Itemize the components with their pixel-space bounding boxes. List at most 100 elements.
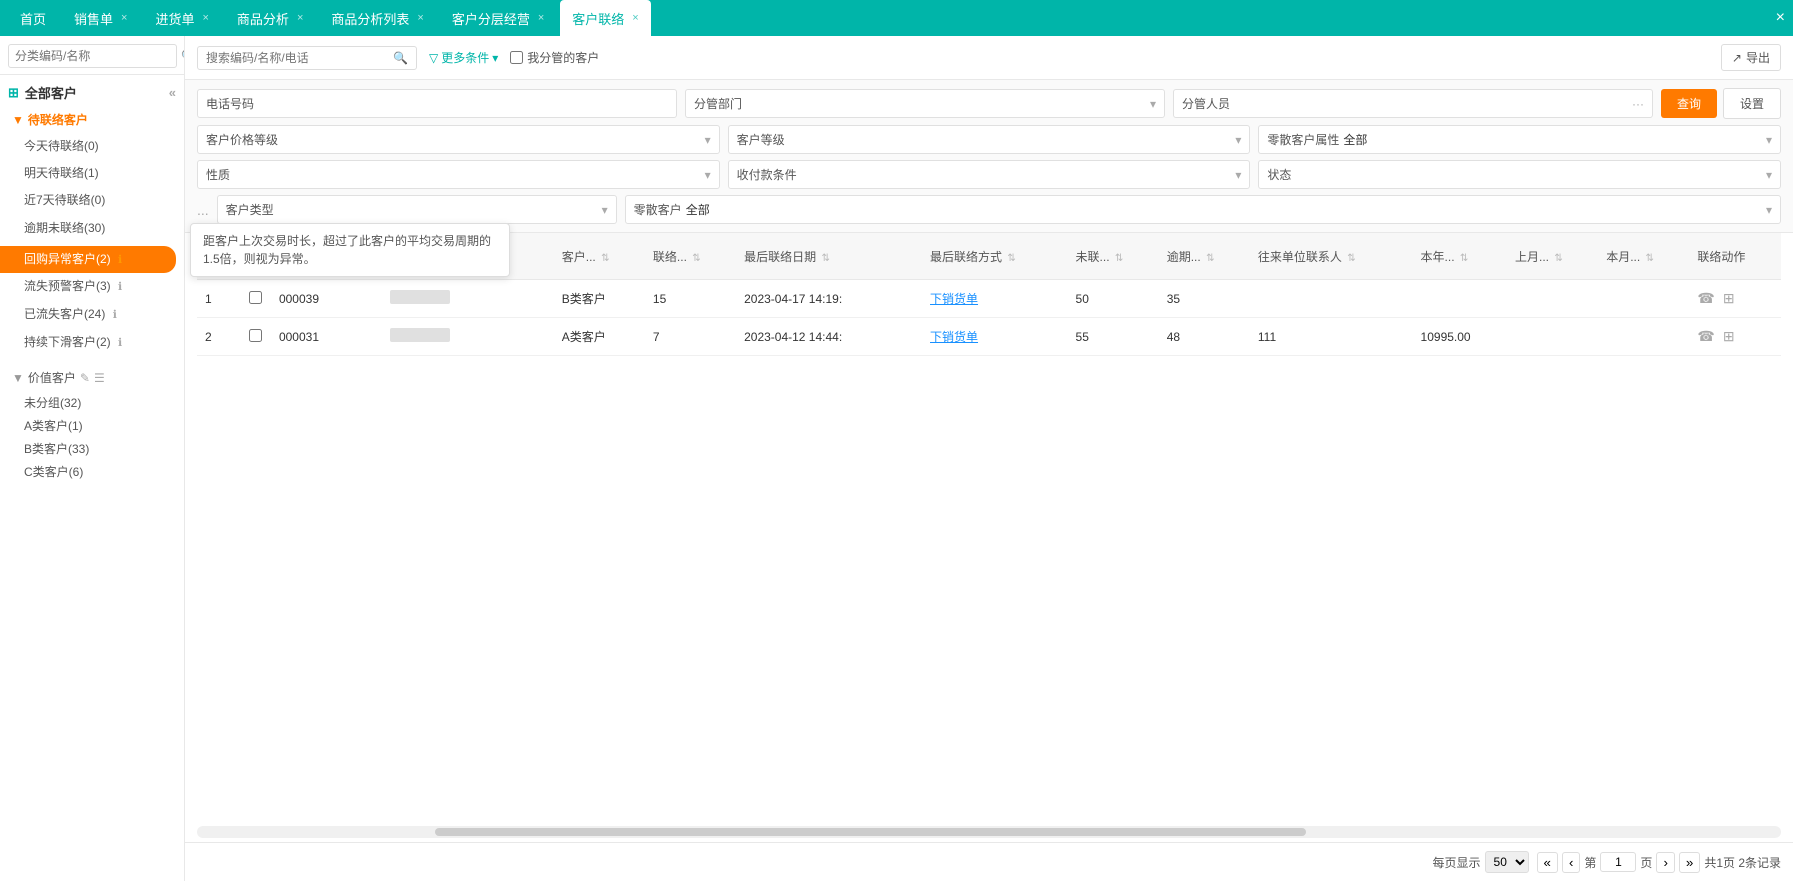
close-customer-tier-tab[interactable]: × xyxy=(538,12,544,24)
nav-sales[interactable]: 销售单 × xyxy=(62,0,139,36)
info-icon-declining: ℹ xyxy=(118,337,122,349)
query-button[interactable]: 查询 xyxy=(1661,89,1717,118)
cell-last-date-2: 2023-04-12 14:44: xyxy=(736,318,922,356)
phone-action-icon-1[interactable]: ☎ xyxy=(1697,290,1714,307)
setting-button[interactable]: 设置 xyxy=(1723,88,1781,119)
sort-contact-icon[interactable]: ⇅ xyxy=(692,253,700,264)
per-page-select[interactable]: 50 xyxy=(1485,851,1529,873)
nav-customer-contact[interactable]: 客户联络 × xyxy=(560,0,650,36)
sidebar-item-churn-warning[interactable]: 流失预警客户(3) ℹ xyxy=(0,273,184,301)
gender-arrow-icon: ▾ xyxy=(705,168,711,182)
customer-group-settings-icon[interactable]: ☰ xyxy=(94,371,105,385)
filter-search-box: 🔍 xyxy=(197,46,417,70)
content-area: 🔍 ▽ 更多条件 ▾ 我分管的客户 ↗ 导出 电话号码 xyxy=(185,36,1793,881)
status-arrow-icon: ▾ xyxy=(1766,168,1772,182)
sort-uncontacted-icon[interactable]: ⇅ xyxy=(1115,253,1123,264)
nav-purchase[interactable]: 进货单 × xyxy=(143,0,220,36)
last-method-link-2[interactable]: 下销货单 xyxy=(930,330,978,344)
filter-price-level[interactable]: 客户价格等级 ▾ xyxy=(197,125,720,154)
filter-bar: 🔍 ▽ 更多条件 ▾ 我分管的客户 ↗ 导出 xyxy=(185,36,1793,80)
cell-action-1: ☎ ⊞ xyxy=(1689,280,1781,318)
top-nav: 首页 销售单 × 进货单 × 商品分析 × 商品分析列表 × 客户分层经营 × … xyxy=(0,0,1793,36)
more-action-icon-1[interactable]: ⊞ xyxy=(1723,290,1735,307)
row1-checkbox[interactable] xyxy=(249,291,262,304)
customer-type-arrow-icon: ▾ xyxy=(602,203,608,217)
my-customer-checkbox[interactable] xyxy=(510,51,523,64)
export-button[interactable]: ↗ 导出 xyxy=(1721,44,1781,71)
sidebar-item-repurchase-anomaly[interactable]: 回购异常客户(2) ℹ xyxy=(0,246,176,274)
filter-row-3: 性质 ▾ 收付款条件 ▾ 状态 ▾ xyxy=(197,160,1781,189)
filter-gender[interactable]: 性质 ▾ xyxy=(197,160,720,189)
cell-this-month-1 xyxy=(1598,280,1689,318)
cell-unit-contact-1 xyxy=(1250,280,1413,318)
nav-product-analysis-list[interactable]: 商品分析列表 × xyxy=(319,0,435,36)
close-product-analysis-tab[interactable]: × xyxy=(297,12,303,24)
filter-department[interactable]: 分管部门 ▾ xyxy=(685,89,1165,118)
filter-search-input[interactable] xyxy=(206,51,389,65)
horizontal-scrollbar[interactable] xyxy=(197,826,1781,838)
nav-product-analysis[interactable]: 商品分析 × xyxy=(225,0,315,36)
nav-customer-tier[interactable]: 客户分层经营 × xyxy=(440,0,556,36)
filter-row-2: 客户价格等级 ▾ 客户等级 ▾ 零散客户属性 全部 ▾ xyxy=(197,125,1781,154)
horizontal-scroll-thumb xyxy=(435,828,1306,836)
close-purchase-tab[interactable]: × xyxy=(202,12,208,24)
sort-type-icon[interactable]: ⇅ xyxy=(601,253,609,264)
filter-manager[interactable]: 分管人员 ··· xyxy=(1173,89,1653,118)
filter-retail-attr[interactable]: 零散客户属性 全部 ▾ xyxy=(1258,125,1781,154)
filter-search-icon[interactable]: 🔍 xyxy=(393,51,408,65)
sidebar: 🔍 ⊞ 全部客户 « ▼ 待联络客户 今天待联络(0) 明天待联络(1) 近7天… xyxy=(0,36,185,881)
close-customer-contact-tab[interactable]: × xyxy=(632,12,638,24)
filter-row-more-dots[interactable]: ... xyxy=(197,202,209,218)
sort-last-month-icon[interactable]: ⇅ xyxy=(1554,253,1562,264)
close-product-analysis-list-tab[interactable]: × xyxy=(417,12,423,24)
sort-unit-contact-icon[interactable]: ⇅ xyxy=(1347,253,1355,264)
pager-page-input[interactable] xyxy=(1600,852,1636,872)
sidebar-item-declining[interactable]: 持续下滑客户(2) ℹ xyxy=(0,329,184,357)
customer-group-edit-icon[interactable]: ✎ xyxy=(80,371,90,385)
close-sales-tab[interactable]: × xyxy=(121,12,127,24)
pager-last-button[interactable]: » xyxy=(1679,852,1700,873)
sidebar-item-churned[interactable]: 已流失客户(24) ℹ xyxy=(0,301,184,329)
sidebar-item-class-c[interactable]: C类客户(6) xyxy=(0,460,184,483)
table-row: 1 000039 B类客户 15 2023-04-17 14:19: 下销货单 xyxy=(197,280,1781,318)
filter-phone[interactable]: 电话号码 xyxy=(197,89,677,118)
sidebar-item-overdue[interactable]: 逾期未联络(30) xyxy=(0,215,184,242)
col-last-contact-date: 最后联络日期 ⇅ xyxy=(736,233,922,280)
filter-customer-level[interactable]: 客户等级 ▾ xyxy=(728,125,1251,154)
sidebar-customer-group-header[interactable]: ▼ 价值客户 ✎ ☰ xyxy=(0,364,184,391)
pager-first-button[interactable]: « xyxy=(1537,852,1558,873)
sort-overdue-icon[interactable]: ⇅ xyxy=(1206,253,1214,264)
filter-my-customer: 我分管的客户 xyxy=(510,49,599,66)
sidebar-item-tomorrow[interactable]: 明天待联络(1) xyxy=(0,160,184,187)
filter-retail-customer[interactable]: 零散客户 全部 ▾ xyxy=(625,195,1781,224)
sidebar-waiting-header[interactable]: ▼ 待联络客户 xyxy=(0,106,184,133)
sidebar-search-input[interactable] xyxy=(8,44,177,68)
cell-this-year-1 xyxy=(1413,280,1507,318)
sort-this-month-icon[interactable]: ⇅ xyxy=(1646,253,1654,264)
retail-customer-arrow-icon: ▾ xyxy=(1766,203,1772,217)
filter-payment-terms[interactable]: 收付款条件 ▾ xyxy=(728,160,1251,189)
sidebar-item-7days[interactable]: 近7天待联络(0) xyxy=(0,187,184,214)
more-action-icon-2[interactable]: ⊞ xyxy=(1723,328,1735,345)
pager-next-button[interactable]: › xyxy=(1656,852,1674,873)
sidebar-item-class-a[interactable]: A类客户(1) xyxy=(0,414,184,437)
sidebar-item-class-b[interactable]: B类客户(33) xyxy=(0,437,184,460)
filter-more-conditions[interactable]: ▽ 更多条件 ▾ xyxy=(429,49,498,66)
pager-prev-button[interactable]: ‹ xyxy=(1562,852,1580,873)
phone-action-icon-2[interactable]: ☎ xyxy=(1697,328,1714,345)
row2-checkbox[interactable] xyxy=(249,329,262,342)
last-method-link-1[interactable]: 下销货单 xyxy=(930,292,978,306)
nav-home[interactable]: 首页 xyxy=(8,0,58,36)
sort-last-method-icon[interactable]: ⇅ xyxy=(1007,253,1015,264)
sidebar-collapse-icon[interactable]: « xyxy=(169,85,176,100)
sidebar-item-today[interactable]: 今天待联络(0) xyxy=(0,133,184,160)
filter-customer-type[interactable]: 客户类型 ▾ xyxy=(217,195,617,224)
sort-last-date-icon[interactable]: ⇅ xyxy=(821,253,829,264)
global-close-button[interactable]: × xyxy=(1776,9,1785,27)
sort-this-year-icon[interactable]: ⇅ xyxy=(1460,253,1468,264)
sidebar-waiting-group: ▼ 待联络客户 今天待联络(0) 明天待联络(1) 近7天待联络(0) 逾期未联… xyxy=(0,106,184,246)
retail-attr-arrow-icon: ▾ xyxy=(1766,133,1772,147)
sidebar-item-ungrouped[interactable]: 未分组(32) xyxy=(0,391,184,414)
cell-last-date-1: 2023-04-17 14:19: xyxy=(736,280,922,318)
filter-status[interactable]: 状态 ▾ xyxy=(1258,160,1781,189)
